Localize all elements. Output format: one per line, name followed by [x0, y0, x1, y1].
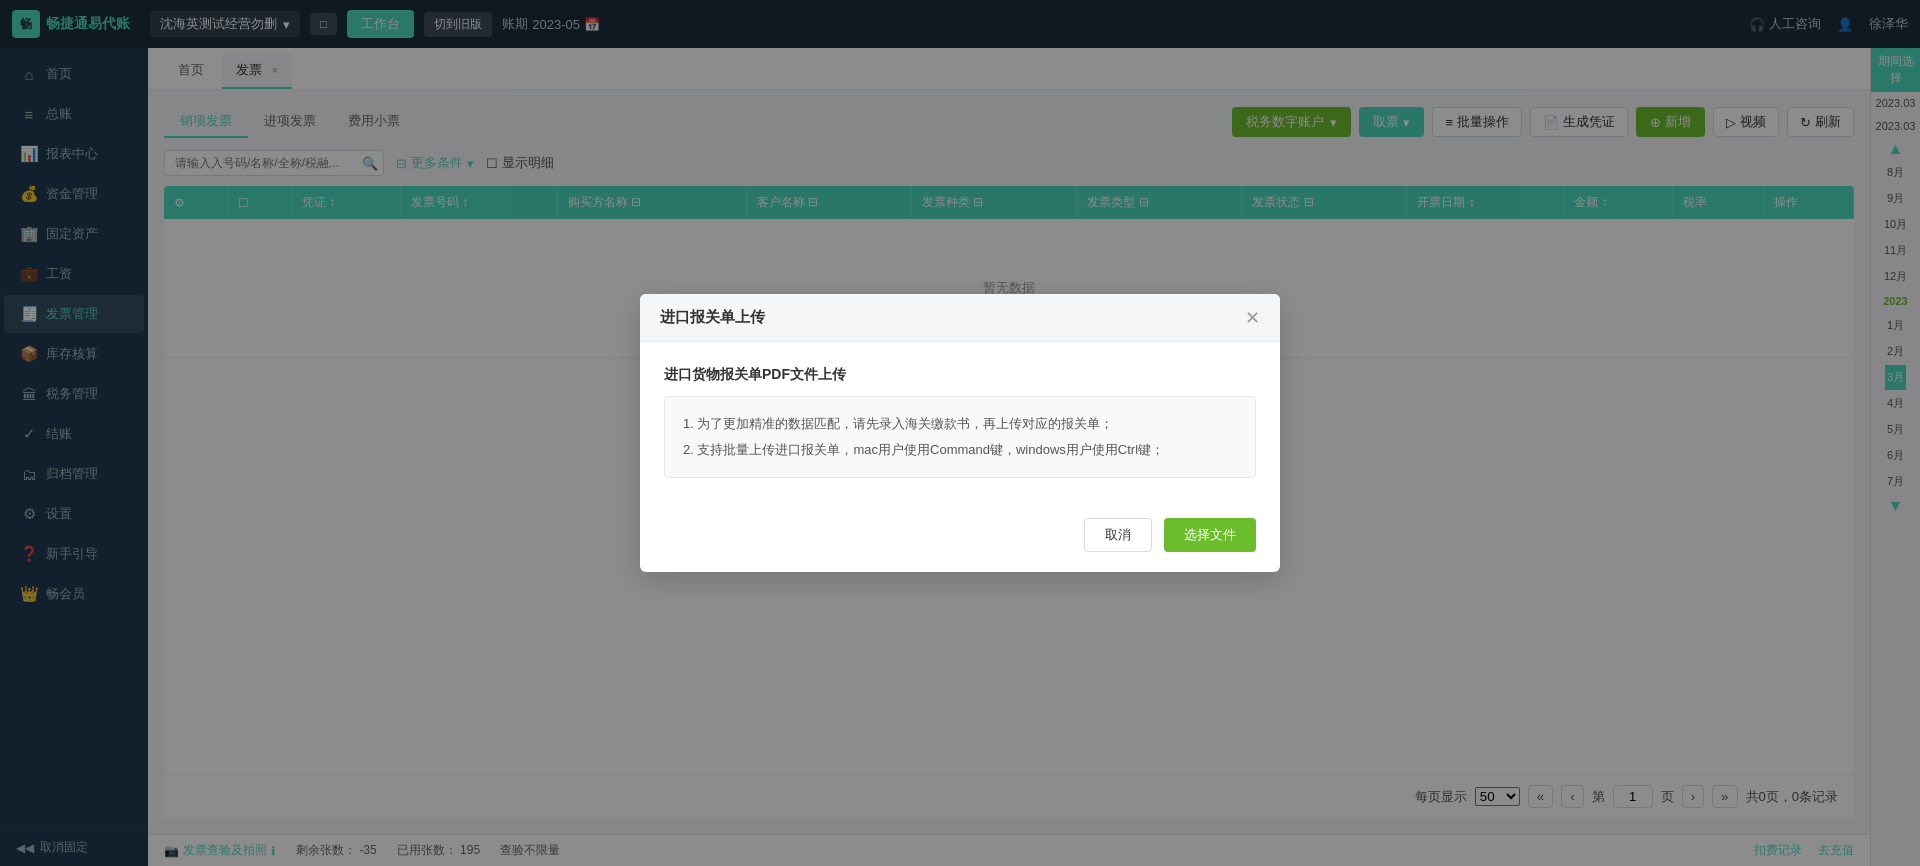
modal-cancel-button[interactable]: 取消 [1084, 518, 1152, 552]
modal-select-file-button[interactable]: 选择文件 [1164, 518, 1256, 552]
modal-overlay[interactable]: 进口报关单上传 ✕ 进口货物报关单PDF文件上传 1. 为了更加精准的数据匹配，… [0, 0, 1920, 866]
modal-close-button[interactable]: ✕ [1245, 309, 1260, 327]
import-modal: 进口报关单上传 ✕ 进口货物报关单PDF文件上传 1. 为了更加精准的数据匹配，… [640, 294, 1280, 572]
modal-title: 进口报关单上传 [660, 308, 765, 327]
modal-body: 进口货物报关单PDF文件上传 1. 为了更加精准的数据匹配，请先录入海关缴款书，… [640, 342, 1280, 518]
modal-upload-title: 进口货物报关单PDF文件上传 [664, 366, 1256, 384]
modal-info-box: 1. 为了更加精准的数据匹配，请先录入海关缴款书，再上传对应的报关单； 2. 支… [664, 396, 1256, 478]
modal-header: 进口报关单上传 ✕ [640, 294, 1280, 342]
modal-info-line1: 1. 为了更加精准的数据匹配，请先录入海关缴款书，再上传对应的报关单； [683, 411, 1237, 437]
modal-footer: 取消 选择文件 [640, 518, 1280, 572]
modal-info-line2: 2. 支持批量上传进口报关单，mac用户使用Command键，windows用户… [683, 437, 1237, 463]
